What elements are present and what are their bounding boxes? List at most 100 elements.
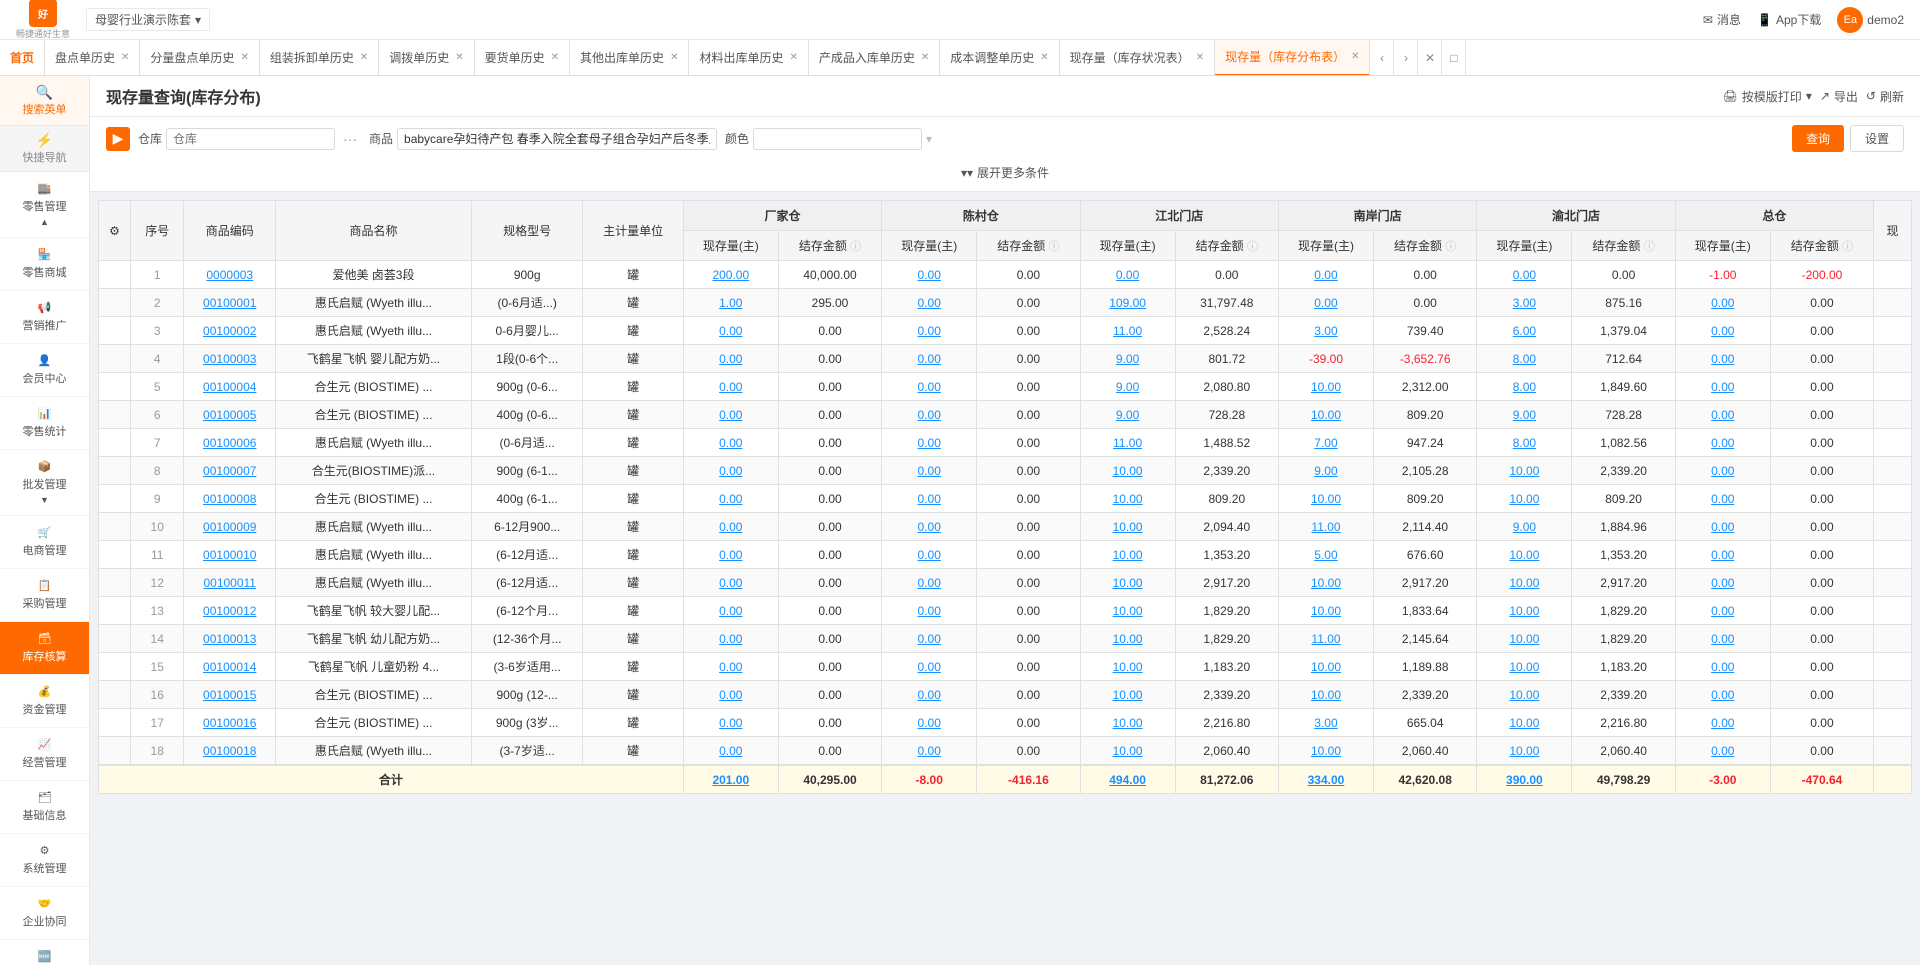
cell-code[interactable]: 00100003 <box>184 345 276 373</box>
cell-jb-stock[interactable]: 109.00 <box>1080 289 1175 317</box>
info-icon[interactable]: ⓘ <box>1842 241 1853 253</box>
cell-f-stock[interactable]: 0.00 <box>683 709 778 737</box>
cell-t-stock[interactable]: 0.00 <box>1675 737 1770 766</box>
cell-t-stock[interactable]: 0.00 <box>1675 345 1770 373</box>
query-btn[interactable]: 查询 <box>1792 125 1844 152</box>
cell-jb-stock[interactable]: 9.00 <box>1080 401 1175 429</box>
cell-cs-stock[interactable]: 0.00 <box>882 373 977 401</box>
tab-next-btn[interactable]: › <box>1394 40 1418 76</box>
close-icon[interactable]: ✕ <box>455 52 463 63</box>
tab-product-in[interactable]: 产成品入库单历史 ✕ <box>809 40 940 76</box>
export-btn[interactable]: ↗ 导出 <box>1820 88 1858 105</box>
close-icon[interactable]: ✕ <box>551 52 559 63</box>
cell-cs-stock[interactable]: 0.00 <box>882 709 977 737</box>
close-icon[interactable]: ✕ <box>1040 52 1048 63</box>
cell-na-stock[interactable]: 3.00 <box>1278 317 1373 345</box>
cell-jb-stock[interactable]: 10.00 <box>1080 485 1175 513</box>
user-area[interactable]: Ea demo2 <box>1837 7 1904 33</box>
tab-transfer[interactable]: 调拨单历史 ✕ <box>379 40 474 76</box>
refresh-btn[interactable]: ↺ 刷新 <box>1866 88 1904 105</box>
cell-yb-stock[interactable]: 6.00 <box>1477 317 1572 345</box>
sidebar-item-operation[interactable]: 📈 经营管理 <box>0 728 89 781</box>
cell-jb-stock[interactable]: 10.00 <box>1080 681 1175 709</box>
settings-btn[interactable]: 设置 <box>1850 125 1904 152</box>
sidebar-item-collab[interactable]: 🤝 企业协同 <box>0 887 89 940</box>
tab-partial-count[interactable]: 分量盘点单历史 ✕ <box>140 40 259 76</box>
cell-t-stock[interactable]: 0.00 <box>1675 373 1770 401</box>
cell-code[interactable]: 00100008 <box>184 485 276 513</box>
cell-f-stock[interactable]: 0.00 <box>683 541 778 569</box>
cell-f-stock[interactable]: 0.00 <box>683 345 778 373</box>
cell-t-stock[interactable]: 0.00 <box>1675 653 1770 681</box>
cell-jb-stock[interactable]: 10.00 <box>1080 569 1175 597</box>
close-icon[interactable]: ✕ <box>1351 51 1359 62</box>
cell-cs-stock[interactable]: 0.00 <box>882 485 977 513</box>
tab-cost-adjust[interactable]: 成本调整单历史 ✕ <box>940 40 1059 76</box>
cell-f-stock[interactable]: 0.00 <box>683 569 778 597</box>
tab-purchase-order[interactable]: 要货单历史 ✕ <box>475 40 570 76</box>
cell-code[interactable]: 00100004 <box>184 373 276 401</box>
tab-close-all-btn[interactable]: ✕ <box>1418 40 1442 76</box>
sidebar-item-system[interactable]: ⚙ 系统管理 <box>0 834 89 887</box>
cell-f-stock[interactable]: 0.00 <box>683 457 778 485</box>
cell-t-stock[interactable]: 0.00 <box>1675 317 1770 345</box>
cell-t-stock[interactable]: 0.00 <box>1675 429 1770 457</box>
cell-jb-stock[interactable]: 0.00 <box>1080 261 1175 289</box>
close-icon[interactable]: ✕ <box>921 52 929 63</box>
cell-na-stock[interactable]: -39.00 <box>1278 345 1373 373</box>
footer-jb-stock[interactable]: 494.00 <box>1080 765 1175 794</box>
cell-na-stock[interactable]: 5.00 <box>1278 541 1373 569</box>
cell-code[interactable]: 00100001 <box>184 289 276 317</box>
cell-jb-stock[interactable]: 9.00 <box>1080 345 1175 373</box>
cell-cs-stock[interactable]: 0.00 <box>882 261 977 289</box>
cell-f-stock[interactable]: 0.00 <box>683 653 778 681</box>
close-icon[interactable]: ✕ <box>121 52 129 63</box>
cell-code[interactable]: 00100016 <box>184 709 276 737</box>
tab-prev-btn[interactable]: ‹ <box>1370 40 1394 76</box>
cell-jb-stock[interactable]: 11.00 <box>1080 317 1175 345</box>
cell-jb-stock[interactable]: 10.00 <box>1080 737 1175 766</box>
close-icon[interactable]: ✕ <box>1196 52 1204 63</box>
cell-t-stock[interactable]: -1.00 <box>1675 261 1770 289</box>
cell-na-stock[interactable]: 10.00 <box>1278 597 1373 625</box>
footer-t-stock[interactable]: -3.00 <box>1675 765 1770 794</box>
cell-code[interactable]: 00100015 <box>184 681 276 709</box>
cell-yb-stock[interactable]: 9.00 <box>1477 401 1572 429</box>
cell-cs-stock[interactable]: 0.00 <box>882 597 977 625</box>
cell-cs-stock[interactable]: 0.00 <box>882 345 977 373</box>
cell-t-stock[interactable]: 0.00 <box>1675 289 1770 317</box>
cell-f-stock[interactable]: 0.00 <box>683 737 778 766</box>
cell-na-stock[interactable]: 11.00 <box>1278 625 1373 653</box>
cell-jb-stock[interactable]: 9.00 <box>1080 373 1175 401</box>
sidebar-item-member[interactable]: 👤 会员中心 <box>0 344 89 397</box>
cell-f-stock[interactable]: 0.00 <box>683 625 778 653</box>
cell-code[interactable]: 0000003 <box>184 261 276 289</box>
cell-t-stock[interactable]: 0.00 <box>1675 569 1770 597</box>
cell-cs-stock[interactable]: 0.00 <box>882 289 977 317</box>
cell-code[interactable]: 00100006 <box>184 429 276 457</box>
cell-yb-stock[interactable]: 10.00 <box>1477 597 1572 625</box>
cell-f-stock[interactable]: 1.00 <box>683 289 778 317</box>
cell-jb-stock[interactable]: 10.00 <box>1080 457 1175 485</box>
cell-na-stock[interactable]: 0.00 <box>1278 261 1373 289</box>
cell-na-stock[interactable]: 10.00 <box>1278 401 1373 429</box>
cell-na-stock[interactable]: 10.00 <box>1278 737 1373 766</box>
sidebar-item-finance[interactable]: 💰 资金管理 <box>0 675 89 728</box>
cell-t-stock[interactable]: 0.00 <box>1675 485 1770 513</box>
cell-jb-stock[interactable]: 10.00 <box>1080 709 1175 737</box>
warehouse-input[interactable] <box>166 128 335 150</box>
cell-code[interactable]: 00100009 <box>184 513 276 541</box>
cell-code[interactable]: 00100011 <box>184 569 276 597</box>
cell-cs-stock[interactable]: 0.00 <box>882 317 977 345</box>
cell-t-stock[interactable]: 0.00 <box>1675 681 1770 709</box>
close-icon[interactable]: ✕ <box>789 52 797 63</box>
footer-na-stock[interactable]: 334.00 <box>1278 765 1373 794</box>
cell-cs-stock[interactable]: 0.00 <box>882 541 977 569</box>
cell-t-stock[interactable]: 0.00 <box>1675 709 1770 737</box>
info-icon[interactable]: ⓘ <box>1049 241 1060 253</box>
tab-inventory-count[interactable]: 盘点单历史 ✕ <box>45 40 140 76</box>
industry-selector[interactable]: 母婴行业演示陈套 ▾ <box>86 8 210 31</box>
sidebar-item-retail-stats[interactable]: 📊 零售统计 <box>0 397 89 450</box>
cell-t-stock[interactable]: 0.00 <box>1675 597 1770 625</box>
color-input[interactable] <box>753 128 922 150</box>
